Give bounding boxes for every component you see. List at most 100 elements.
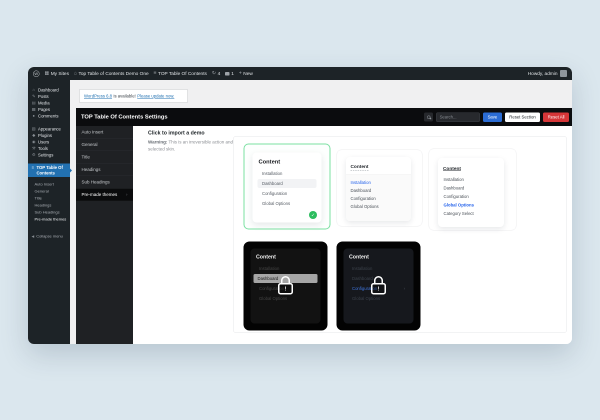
toc-list-icon: ≡ [153,70,157,76]
toc-preview-item-highlighted: Dashboard [257,179,317,188]
settings-nav-auto-insert[interactable]: Auto Insert [76,126,133,139]
tools-icon: ⚒ [31,145,36,151]
settings-nav-title[interactable]: Title [76,151,133,164]
sidebar-item-comments[interactable]: ● Comments [28,113,70,120]
admin-bar-my-sites[interactable]: ▦ My Sites [45,71,69,77]
appearance-icon: ▧ [31,126,36,131]
toc-preview-item: Configuration [350,196,376,201]
sites-grid-icon: ▦ [44,70,50,76]
plus-icon: + [238,70,242,76]
plugin-link-label: TOP Table Of Contents [158,70,207,77]
wordpress-admin: W ▦ My Sites ⌂ Top Table of Contents Dem… [28,67,572,344]
plugin-settings-panel: TOP Table Of Contents Settings Save Rese… [76,108,572,344]
lock-icon: ! [278,276,293,295]
theme-card-light-3[interactable]: Content Installation Dashboard Configura… [428,148,517,231]
settings-icon: ⚙ [31,152,36,157]
users-icon: ◉ [32,139,36,144]
sidebar-item-label: Plugins [38,132,52,138]
toc-preview-item: Configuration [262,191,288,196]
search-icon [426,115,431,119]
sidebar-item-label: Pages [38,106,51,112]
selected-check-icon: ✓ [309,211,317,219]
admin-bar-account[interactable]: Howdy, admin [528,70,567,77]
reset-section-button[interactable]: Reset Section [504,112,541,122]
sidebar-subitem-headings[interactable]: Headings [28,202,70,209]
settings-content: Click to import a demo Warning: This is … [133,126,572,344]
admin-bar-plugin-link[interactable]: ≡ TOP Table Of Contents [154,71,207,77]
wordpress-version-link[interactable]: WordPress 6.8 [84,94,112,99]
sidebar-subitem-general[interactable]: General [28,188,70,195]
toc-preview-item: Installation [259,266,280,271]
sidebar-item-label: Media [38,100,50,106]
sidebar-subitem-title[interactable]: Title [28,195,70,202]
comments-icon: ● [32,113,35,118]
save-button[interactable]: Save [483,112,502,122]
check-glyph: ✓ [311,212,315,218]
theme-card-light-2[interactable]: Content Installation Dashboard Configura… [336,149,423,227]
sidebar-subitem-sub-headings[interactable]: Sub Headings [28,209,70,216]
my-sites-label: My Sites [50,70,69,77]
sidebar-subitem-auto-insert[interactable]: Auto Insert [28,181,70,188]
active-item-label: TOP Table Of Contents [36,165,63,176]
admin-bar-site-name[interactable]: ⌂ Top Table of Contents Demo One [74,71,149,77]
toc-preview-item: Global Options [259,296,288,301]
wp-sidebar: ⌂ Dashboard ✎ Posts ▤ Media ▦ Pages ● Co… [28,80,72,344]
sidebar-item-label: Dashboard [38,87,59,93]
admin-bar-updates[interactable]: ↻ 4 [212,71,220,77]
toc-preview-item: Global Options [352,296,381,301]
sidebar-submenu: Auto Insert General Title Headings Sub H… [28,181,70,223]
sidebar-item-label: Users [38,139,50,145]
admin-content-area: WordPress 6.8 is available! Please updat… [70,80,572,344]
theme-card-selected[interactable]: Content Installation Dashboard Configura… [243,143,331,230]
settings-nav-pre-made-themes[interactable]: Pre-made themes › [76,188,133,201]
toc-preview-item: Category Select [443,211,474,216]
admin-bar-comments[interactable]: 1 [225,71,234,76]
settings-header: TOP Table Of Contents Settings Save Rese… [76,108,572,126]
dashboard-icon: ⌂ [32,87,35,92]
howdy-label: Howdy, admin [527,70,558,77]
reset-all-button[interactable]: Reset All [543,112,569,122]
new-label: New [243,70,253,77]
collapse-menu-button[interactable]: ◀ Collapse menu [28,234,70,239]
settings-nav-sub-headings[interactable]: Sub Headings [76,176,133,189]
toc-preview-item: Global Options [350,204,379,209]
update-now-link[interactable]: Please update now. [137,94,174,99]
nav-active-label: Pre-made themes [81,192,118,197]
settings-nav-headings[interactable]: Headings [76,164,133,176]
toc-preview-title: Content [443,166,461,172]
lock-exclamation: ! [377,285,380,292]
toc-preview-title: Content [349,254,369,260]
settings-nav: Auto Insert General Title Headings Sub H… [76,126,133,344]
settings-body: Auto Insert General Title Headings Sub H… [76,126,572,344]
collapse-arrow-icon: ◀ [31,234,35,239]
theme-preview: Content Installation Dashboard Configura… [346,157,411,221]
toc-preview-title: Content [256,254,276,260]
theme-card-locked-1[interactable]: Content Installation Dashboard Configura… [243,241,328,331]
toc-preview-title: Content [258,159,281,165]
toc-preview-item: Installation [352,266,373,271]
sidebar-item-label: Comments [38,113,59,119]
toc-preview-item: Dashboard [350,188,372,193]
toc-preview-item: Configuration [443,194,469,199]
admin-bar-new[interactable]: + New [239,71,253,77]
pages-icon: ▦ [31,106,36,112]
toc-preview-title: Content [350,164,369,171]
sidebar-item-top-table-of-contents[interactable]: ≡ TOP Table Of Contents [28,163,72,178]
toc-menu-icon: ≡ [31,165,35,171]
wordpress-logo-icon[interactable]: W [33,70,40,77]
toc-preview-item: Installation [262,171,283,176]
sidebar-item-settings[interactable]: ⚙ Settings [28,152,70,159]
plugins-icon: ◆ [32,132,36,138]
settings-nav-general[interactable]: General [76,139,133,151]
page-background: W ▦ My Sites ⌂ Top Table of Contents Dem… [0,0,600,420]
toc-preview-item-link: Global Options [443,202,474,208]
updates-icon: ↻ [211,70,217,76]
sidebar-item-label: Settings [38,152,54,158]
admin-bar: W ▦ My Sites ⌂ Top Table of Contents Dem… [28,67,572,80]
theme-card-locked-2[interactable]: Content Installation Dashboard Configura… [336,241,421,331]
media-icon: ▤ [31,100,36,105]
search-input[interactable] [436,112,481,122]
search-toggle-button[interactable] [424,112,434,122]
sidebar-subitem-pre-made-themes[interactable]: Pre-made themes [28,216,70,223]
wordpress-admin-window: W ▦ My Sites ⌂ Top Table of Contents Dem… [28,67,572,344]
